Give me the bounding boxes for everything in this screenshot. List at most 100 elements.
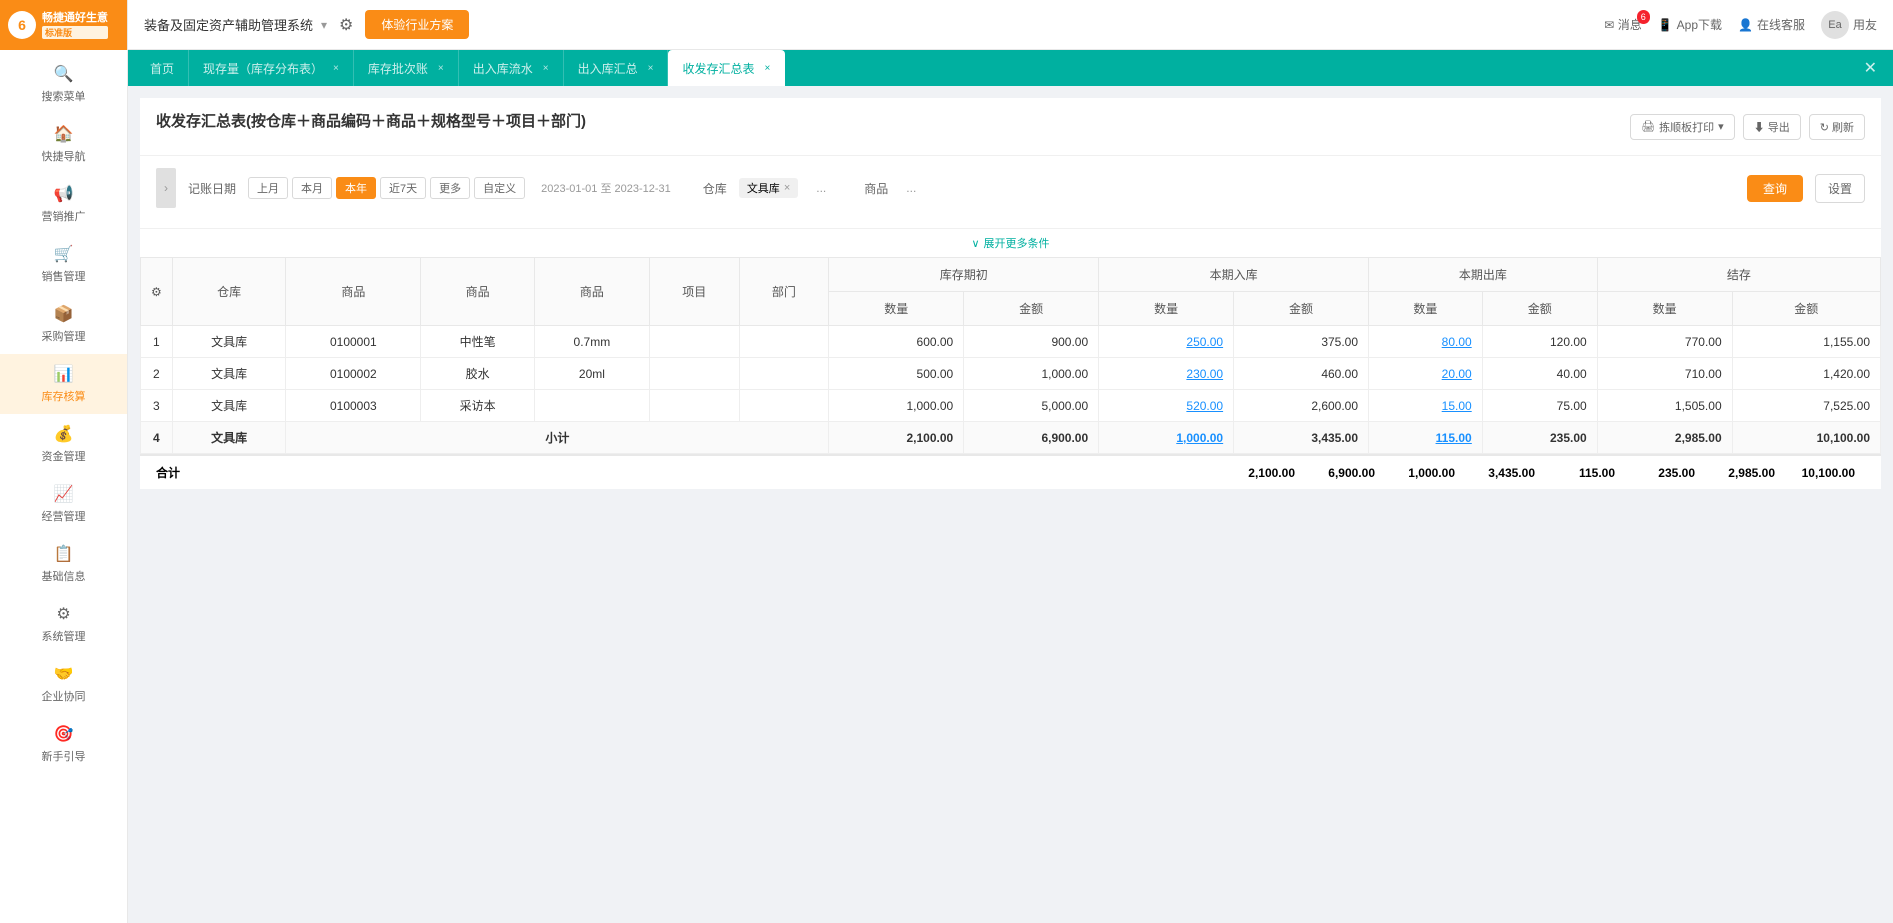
row-out-qty[interactable]: 15.00 — [1369, 390, 1483, 422]
date-btn-custom[interactable]: 自定义 — [474, 177, 525, 199]
stock-in-header: 本期入库 — [1099, 258, 1369, 292]
row-in-qty[interactable]: 230.00 — [1099, 358, 1234, 390]
user-area[interactable]: Ea 用友 — [1821, 11, 1877, 39]
row-code: 0100002 — [286, 358, 421, 390]
tab-flow[interactable]: 出入库流水 × — [459, 50, 564, 86]
finance-icon: 💰 — [54, 424, 74, 444]
subtotal-warehouse: 文具库 — [172, 422, 286, 454]
row-out-amt: 75.00 — [1482, 390, 1597, 422]
tab-close-icon[interactable]: × — [438, 63, 444, 74]
settings-col-header[interactable]: ⚙ — [141, 258, 173, 326]
row-project — [649, 326, 739, 358]
system-name-label: 装备及固定资产辅助管理系统 — [144, 15, 313, 34]
sidebar-item-system[interactable]: ⚙ 系统管理 — [0, 594, 127, 654]
sidebar-item-basicinfo[interactable]: 📋 基础信息 — [0, 534, 127, 594]
user-label: 用友 — [1853, 16, 1877, 33]
tab-summary[interactable]: 出入库汇总 × — [564, 50, 669, 86]
subtotal-bal-qty: 2,985.00 — [1597, 422, 1732, 454]
refresh-icon: ↻ — [1820, 122, 1829, 134]
warehouse-tag-text: 文具库 — [747, 180, 780, 196]
tab-bar: 首页 现存量（库存分布表） × 库存批次账 × 出入库流水 × 出入库汇总 × … — [128, 50, 1893, 86]
message-button[interactable]: ✉ 6 消息 — [1604, 16, 1641, 33]
date-btn-more[interactable]: 更多 — [430, 177, 470, 199]
sidebar-item-guide[interactable]: 🎯 新手引导 — [0, 714, 127, 774]
online-service-button[interactable]: 👤 在线客服 — [1738, 16, 1805, 33]
in-amt-header: 金额 — [1234, 292, 1369, 326]
subtotal-in-amt: 3,435.00 — [1234, 422, 1369, 454]
date-btn-lastmonth[interactable]: 上月 — [248, 177, 288, 199]
expand-more-button[interactable]: ∨ 展开更多条件 — [140, 228, 1881, 257]
export-button[interactable]: ⬇ 导出 — [1743, 114, 1801, 140]
date-btn-thisyear[interactable]: 本年 — [336, 177, 376, 199]
row-settings: 2 — [141, 358, 173, 390]
out-qty-header: 数量 — [1369, 292, 1483, 326]
tab-batch[interactable]: 库存批次账 × — [354, 50, 459, 86]
filter-collapse-button[interactable]: › — [156, 168, 176, 208]
marketing-icon: 📢 — [54, 184, 74, 204]
logo-text: 畅捷通好生意 — [42, 11, 108, 25]
row-init-qty: 600.00 — [829, 326, 964, 358]
query-button[interactable]: 查询 — [1747, 175, 1803, 202]
sidebar-item-search[interactable]: 🔍 搜索菜单 — [0, 54, 127, 114]
warehouse-label: 仓库 — [703, 180, 727, 197]
tab-label: 收发存汇总表 — [682, 60, 754, 77]
warehouse-tag: 文具库 × — [739, 178, 798, 198]
search-icon: 🔍 — [54, 64, 74, 84]
setting-button[interactable]: 设置 — [1815, 174, 1865, 203]
sidebar-item-operations[interactable]: 📈 经营管理 — [0, 474, 127, 534]
tab-inventory-dist[interactable]: 现存量（库存分布表） × — [189, 50, 354, 86]
sidebar-item-collab[interactable]: 🤝 企业协同 — [0, 654, 127, 714]
sidebar-logo: 6 畅捷通好生意 标准版 — [0, 0, 127, 50]
date-btn-7days[interactable]: 近7天 — [380, 177, 426, 199]
date-btn-thismonth[interactable]: 本月 — [292, 177, 332, 199]
topbar-right: ✉ 6 消息 📱 App下载 👤 在线客服 Ea 用友 — [1604, 11, 1877, 39]
row-in-qty[interactable]: 250.00 — [1099, 326, 1234, 358]
subtotal-row: 4 文具库 小计 2,100.00 6,900.00 1,000.00 3,43… — [141, 422, 1881, 454]
sidebar-item-inventory[interactable]: 📊 库存核算 — [0, 354, 127, 414]
tab-label: 出入库流水 — [473, 60, 533, 77]
row-out-qty[interactable]: 80.00 — [1369, 326, 1483, 358]
tab-recv-summary[interactable]: 收发存汇总表 × — [668, 50, 785, 86]
goods-dots[interactable]: ... — [900, 179, 922, 197]
refresh-button[interactable]: ↻ 刷新 — [1809, 114, 1865, 140]
row-init-amt: 1,000.00 — [964, 358, 1099, 390]
tab-close-icon[interactable]: × — [333, 63, 339, 74]
row-dept — [739, 390, 829, 422]
experience-button[interactable]: 体验行业方案 — [365, 10, 469, 39]
sidebar-item-marketing[interactable]: 📢 营销推广 — [0, 174, 127, 234]
gear-button[interactable]: ⚙ — [339, 15, 353, 35]
total-out-amt: 235.00 — [1625, 466, 1705, 480]
app-download-button[interactable]: 📱 App下载 — [1658, 16, 1722, 33]
spec-col-header: 商品 — [534, 258, 649, 326]
tab-label: 库存批次账 — [368, 60, 428, 77]
tab-home[interactable]: 首页 — [136, 50, 189, 86]
row-settings: 1 — [141, 326, 173, 358]
sidebar-item-finance[interactable]: 💰 资金管理 — [0, 414, 127, 474]
tab-close-icon[interactable]: × — [543, 63, 549, 74]
collab-icon: 🤝 — [54, 664, 74, 684]
basicinfo-icon: 📋 — [54, 544, 74, 564]
warehouse-dots[interactable]: ... — [810, 179, 832, 197]
tab-close-icon[interactable]: × — [648, 63, 654, 74]
row-in-qty[interactable]: 520.00 — [1099, 390, 1234, 422]
subtotal-in-qty[interactable]: 1,000.00 — [1099, 422, 1234, 454]
row-bal-qty: 770.00 — [1597, 326, 1732, 358]
print-icon: 🖨 — [1641, 120, 1655, 133]
date-label: 记账日期 — [188, 180, 236, 197]
sidebar-item-purchase[interactable]: 📦 采购管理 — [0, 294, 127, 354]
inventory-icon: 📊 — [54, 364, 74, 384]
out-amt-header: 金额 — [1482, 292, 1597, 326]
code-col-header: 商品 — [286, 258, 421, 326]
project-col-header: 项目 — [649, 258, 739, 326]
print-button[interactable]: 🖨 拣顺板打印 ▾ — [1630, 114, 1735, 140]
goods-label: 商品 — [864, 180, 888, 197]
warehouse-remove-icon[interactable]: × — [784, 182, 790, 194]
row-out-qty[interactable]: 20.00 — [1369, 358, 1483, 390]
sidebar-item-label: 系统管理 — [42, 628, 86, 644]
tab-close-icon[interactable]: × — [764, 63, 770, 74]
tabs-close-all[interactable]: ✕ — [1856, 58, 1885, 78]
sidebar-item-quicknav[interactable]: 🏠 快捷导航 — [0, 114, 127, 174]
subtotal-out-qty[interactable]: 115.00 — [1369, 422, 1483, 454]
name-col-header: 商品 — [421, 258, 535, 326]
sidebar-item-sales[interactable]: 🛒 销售管理 — [0, 234, 127, 294]
